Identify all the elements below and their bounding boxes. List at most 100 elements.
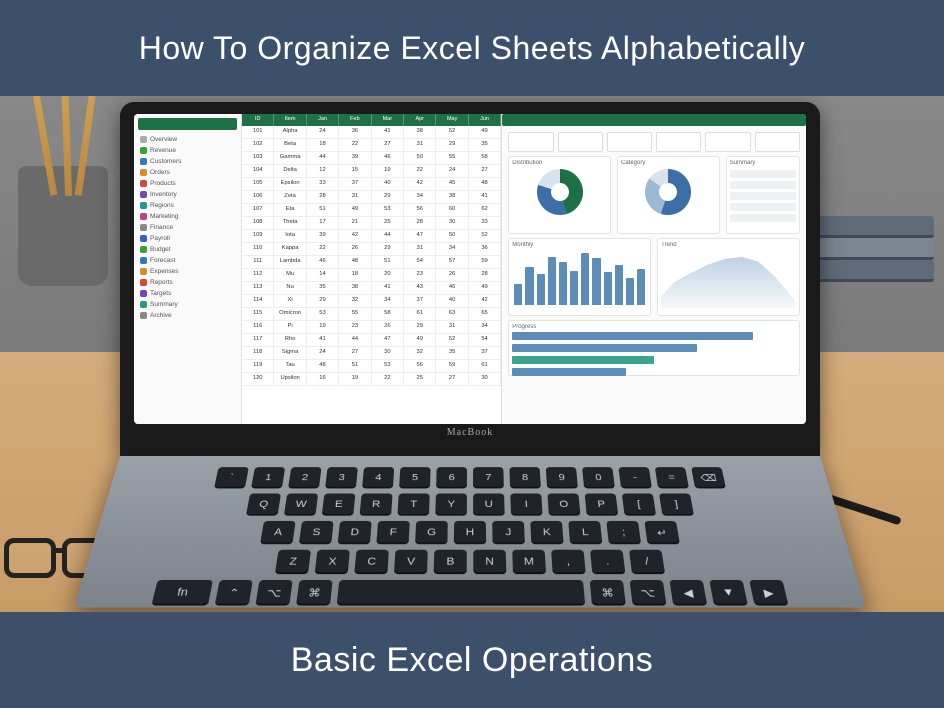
cell[interactable]: Nu <box>274 282 306 294</box>
cell[interactable]: 28 <box>404 217 436 229</box>
cell[interactable]: 49 <box>469 126 501 138</box>
cell[interactable]: 118 <box>242 347 274 359</box>
cell[interactable]: 47 <box>372 334 404 346</box>
sidebar-item[interactable]: Reports <box>138 277 237 288</box>
cell[interactable]: 46 <box>372 152 404 164</box>
table-row[interactable]: 115Omicron535558616365 <box>242 308 501 321</box>
cell[interactable]: 36 <box>339 126 371 138</box>
cell[interactable]: 102 <box>242 139 274 151</box>
sidebar-item[interactable]: Overview <box>138 134 237 145</box>
cell[interactable]: 18 <box>339 269 371 281</box>
sidebar-item[interactable]: Revenue <box>138 145 237 156</box>
cell[interactable]: 56 <box>404 360 436 372</box>
table-row[interactable]: 102Beta182227312935 <box>242 139 501 152</box>
cell[interactable]: 39 <box>307 230 339 242</box>
cell[interactable]: 29 <box>307 295 339 307</box>
cell[interactable]: 54 <box>404 256 436 268</box>
cell[interactable]: 22 <box>339 139 371 151</box>
cell[interactable]: Sigma <box>274 347 306 359</box>
cell[interactable]: 109 <box>242 230 274 242</box>
cell[interactable]: 110 <box>242 243 274 255</box>
cell[interactable]: 53 <box>307 308 339 320</box>
table-row[interactable]: 103Gamma443946505558 <box>242 152 501 165</box>
cell[interactable]: Theta <box>274 217 306 229</box>
cell[interactable]: 49 <box>339 204 371 216</box>
cell[interactable]: 24 <box>436 165 468 177</box>
table-row[interactable]: 111Lambda464851545759 <box>242 256 501 269</box>
cell[interactable]: 35 <box>469 139 501 151</box>
table-row[interactable]: 114Xi293234374042 <box>242 295 501 308</box>
cell[interactable]: 32 <box>339 295 371 307</box>
cell[interactable]: 46 <box>436 282 468 294</box>
cell[interactable]: 44 <box>339 334 371 346</box>
cell[interactable]: 48 <box>339 256 371 268</box>
cell[interactable]: 50 <box>436 230 468 242</box>
cell[interactable]: Alpha <box>274 126 306 138</box>
table-row[interactable]: 118Sigma242730323537 <box>242 347 501 360</box>
cell[interactable]: 27 <box>372 139 404 151</box>
cell[interactable]: Delta <box>274 165 306 177</box>
cell[interactable]: 35 <box>436 347 468 359</box>
cell[interactable]: 41 <box>469 191 501 203</box>
cell[interactable]: 57 <box>436 256 468 268</box>
cell[interactable]: 53 <box>372 360 404 372</box>
cell[interactable]: 54 <box>469 334 501 346</box>
cell[interactable]: 19 <box>307 321 339 333</box>
cell[interactable]: 34 <box>469 321 501 333</box>
sidebar-item[interactable]: Forecast <box>138 255 237 266</box>
cell[interactable]: 22 <box>307 243 339 255</box>
cell[interactable]: 34 <box>404 191 436 203</box>
sidebar-item[interactable]: Regions <box>138 200 237 211</box>
cell[interactable]: 45 <box>436 178 468 190</box>
cell[interactable]: 17 <box>307 217 339 229</box>
cell[interactable]: 44 <box>372 230 404 242</box>
cell[interactable]: 19 <box>339 373 371 385</box>
table-row[interactable]: 117Rho414447495254 <box>242 334 501 347</box>
cell[interactable]: Iota <box>274 230 306 242</box>
cell[interactable]: 19 <box>372 165 404 177</box>
sidebar-item[interactable]: Summary <box>138 299 237 310</box>
cell[interactable]: 49 <box>404 334 436 346</box>
cell[interactable]: 27 <box>436 373 468 385</box>
cell[interactable]: 34 <box>436 243 468 255</box>
cell[interactable]: Epsilon <box>274 178 306 190</box>
cell[interactable]: 53 <box>372 204 404 216</box>
cell[interactable]: 29 <box>372 243 404 255</box>
cell[interactable]: 31 <box>404 243 436 255</box>
column-header[interactable]: Feb <box>339 114 371 126</box>
column-header[interactable]: Jun <box>469 114 501 126</box>
cell[interactable]: 33 <box>307 178 339 190</box>
table-row[interactable]: 104Delta121519222427 <box>242 165 501 178</box>
cell[interactable]: 26 <box>339 243 371 255</box>
table-row[interactable]: 113Nu353841434649 <box>242 282 501 295</box>
cell[interactable]: 38 <box>404 126 436 138</box>
cell[interactable]: Tau <box>274 360 306 372</box>
cell[interactable]: 56 <box>404 204 436 216</box>
sidebar-item[interactable]: Customers <box>138 156 237 167</box>
cell[interactable]: 37 <box>339 178 371 190</box>
cell[interactable]: 41 <box>307 334 339 346</box>
sidebar-item[interactable]: Products <box>138 178 237 189</box>
cell[interactable]: 35 <box>307 282 339 294</box>
table-row[interactable]: 110Kappa222629313436 <box>242 243 501 256</box>
sidebar-item[interactable]: Archive <box>138 310 237 321</box>
cell[interactable]: 106 <box>242 191 274 203</box>
cell[interactable]: 105 <box>242 178 274 190</box>
cell[interactable]: Omicron <box>274 308 306 320</box>
cell[interactable]: 51 <box>372 256 404 268</box>
cell[interactable]: 63 <box>436 308 468 320</box>
cell[interactable]: 15 <box>339 165 371 177</box>
cell[interactable]: 46 <box>307 256 339 268</box>
cell[interactable]: Beta <box>274 139 306 151</box>
cell[interactable]: 50 <box>404 152 436 164</box>
cell[interactable]: 107 <box>242 204 274 216</box>
cell[interactable]: 48 <box>307 360 339 372</box>
cell[interactable]: 41 <box>372 282 404 294</box>
cell[interactable]: Xi <box>274 295 306 307</box>
cell[interactable]: 16 <box>307 373 339 385</box>
cell[interactable]: 59 <box>469 256 501 268</box>
cell[interactable]: 31 <box>339 191 371 203</box>
cell[interactable]: 60 <box>436 204 468 216</box>
cell[interactable]: 36 <box>469 243 501 255</box>
table-row[interactable]: 119Tau485153565961 <box>242 360 501 373</box>
